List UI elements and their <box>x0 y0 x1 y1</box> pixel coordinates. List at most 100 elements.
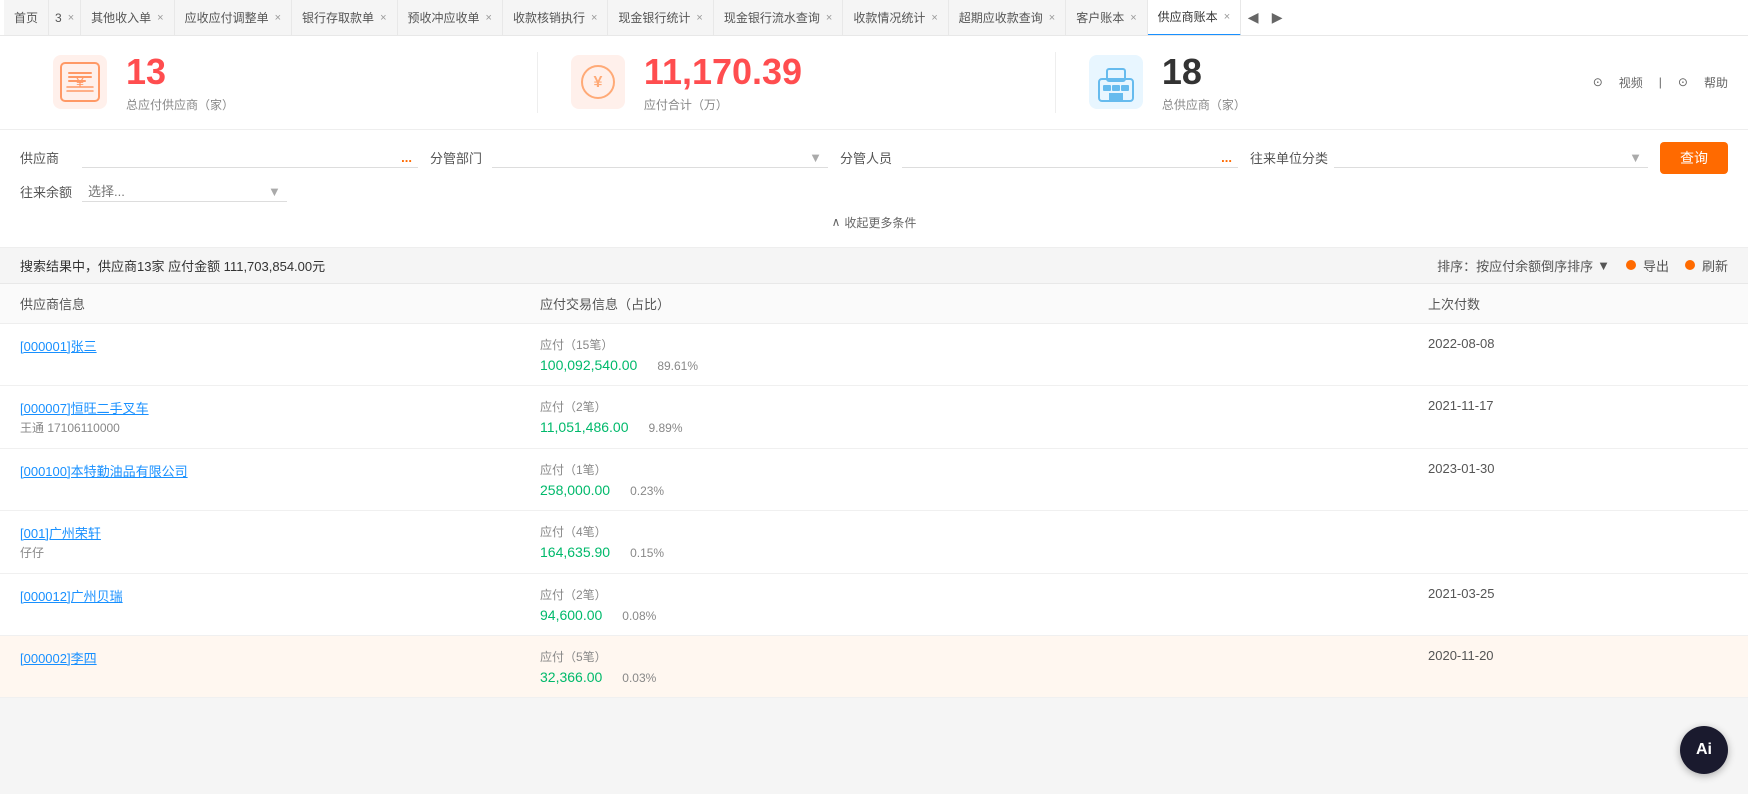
tx-label-2: 应付（1笔） <box>540 461 1428 478</box>
nav-tab-bank[interactable]: 银行存取款单 × <box>292 0 397 36</box>
category-filter-label: 往来单位分类 <box>1250 148 1328 167</box>
stat-block-payable-amount: ¥ 11,170.39 应付合计（万） <box>538 52 1056 113</box>
nav-tab-other-income-label: 其他收入单 <box>91 9 151 26</box>
nav-tab-cash-stats[interactable]: 现金银行统计 × <box>608 0 713 36</box>
payable-amount-label: 应付合计（万） <box>644 96 802 113</box>
nav-tab-cash-stats-label: 现金银行统计 <box>618 9 690 26</box>
results-summary: 搜索结果中，供应商13家 应付金额 111,703,854.00元 <box>20 259 325 274</box>
transaction-info-1: 应付（2笔） 11,051,486.00 9.89% <box>540 398 1428 435</box>
supplier-dots-icon[interactable]: ... <box>401 150 412 165</box>
dept-select-box[interactable]: ▼ <box>492 148 828 168</box>
refresh-button[interactable]: 刷新 <box>1685 256 1728 275</box>
tx-amount-1[interactable]: 11,051,486.00 <box>540 419 629 435</box>
nav-tab-3[interactable]: 3 × <box>49 0 81 36</box>
close-icon-supplier-ledger[interactable]: × <box>1224 11 1230 23</box>
category-input[interactable] <box>1340 150 1625 165</box>
close-icon-cash-stats[interactable]: × <box>696 12 702 24</box>
balance-select-box[interactable]: ▼ <box>82 182 287 202</box>
nav-tab-customer-ledger[interactable]: 客户账本 × <box>1066 0 1147 36</box>
query-button[interactable]: 查询 <box>1660 142 1728 174</box>
nav-tab-cash-flow[interactable]: 现金银行流水查询 × <box>714 0 843 36</box>
supplier-name-1[interactable]: [000007]恒旺二手叉车 <box>20 398 540 417</box>
close-icon-cash-flow[interactable]: × <box>826 12 832 24</box>
close-icon-collection[interactable]: × <box>591 12 597 24</box>
nav-tab-home-label: 首页 <box>14 9 38 26</box>
nav-tab-supplier-ledger[interactable]: 供应商账本 × <box>1148 0 1241 36</box>
nav-next-arrow[interactable]: ▶ <box>1265 0 1289 36</box>
category-dropdown-arrow-icon[interactable]: ▼ <box>1629 150 1642 165</box>
stat-block-total-suppliers: 18 总供应商（家） <box>1056 52 1573 113</box>
supplier-name-4[interactable]: [000012]广州贝瑞 <box>20 586 540 605</box>
tx-percent-4: 0.08% <box>622 609 656 623</box>
close-icon-bank[interactable]: × <box>380 12 386 24</box>
dept-dropdown-arrow-icon[interactable]: ▼ <box>809 150 822 165</box>
payable-suppliers-label: 总应付供应商（家） <box>126 96 234 113</box>
close-icon-3[interactable]: × <box>68 12 74 24</box>
tx-amount-4[interactable]: 94,600.00 <box>540 607 602 623</box>
ai-button[interactable]: Ai <box>1680 726 1728 774</box>
balance-filter-label: 往来余额 <box>20 182 76 201</box>
supplier-name-5[interactable]: [000002]李四 <box>20 648 540 667</box>
export-icon <box>1626 260 1636 270</box>
close-icon-collection-stats[interactable]: × <box>931 12 937 24</box>
close-icon-ar-adjust[interactable]: × <box>275 12 281 24</box>
nav-tab-overdue-label: 超期应收款查询 <box>959 9 1043 26</box>
dept-input[interactable] <box>498 150 805 165</box>
collapse-button-label: 收起更多条件 <box>844 214 916 231</box>
supplier-name-3[interactable]: [001]广州荣轩 <box>20 523 540 542</box>
collapse-button[interactable]: ∧ 收起更多条件 <box>820 210 929 235</box>
supplier-input[interactable] <box>88 150 397 165</box>
table-row: [000012]广州贝瑞 应付（2笔） 94,600.00 0.08% 2021… <box>0 574 1748 636</box>
payable-suppliers-number: 13 <box>126 52 234 92</box>
close-icon-customer-ledger[interactable]: × <box>1130 12 1136 24</box>
export-button[interactable]: 导出 <box>1626 256 1669 275</box>
dept-filter-label: 分管部门 <box>430 148 486 167</box>
col-header-last-payment: 上次付数 <box>1428 294 1728 313</box>
tx-amount-5[interactable]: 32,366.00 <box>540 669 602 685</box>
nav-tab-customer-ledger-label: 客户账本 <box>1076 9 1124 26</box>
nav-tab-prepay[interactable]: 预收冲应收单 × <box>398 0 503 36</box>
balance-dropdown-arrow-icon[interactable]: ▼ <box>268 184 281 199</box>
nav-tab-other-income[interactable]: 其他收入单 × <box>81 0 174 36</box>
supplier-info-1: [000007]恒旺二手叉车 王通 17106110000 <box>20 398 540 436</box>
nav-tab-overdue[interactable]: 超期应收款查询 × <box>949 0 1066 36</box>
supplier-info-2: [000100]本特勤油品有限公司 <box>20 461 540 480</box>
close-icon-prepay[interactable]: × <box>486 12 492 24</box>
refresh-label: 刷新 <box>1702 256 1728 275</box>
ai-button-label: Ai <box>1696 741 1712 759</box>
supplier-info-0: [000001]张三 <box>20 336 540 355</box>
header-actions: ⊙ 视频 | ⊙ 帮助 <box>1573 74 1728 91</box>
tx-amount-2[interactable]: 258,000.00 <box>540 482 610 498</box>
close-icon-overdue[interactable]: × <box>1049 12 1055 24</box>
nav-tab-home[interactable]: 首页 <box>4 0 49 36</box>
help-link[interactable]: 帮助 <box>1704 74 1728 91</box>
supplier-name-0[interactable]: [000001]张三 <box>20 336 540 355</box>
nav-tab-collection-stats[interactable]: 收款情况统计 × <box>843 0 948 36</box>
divider: | <box>1659 75 1662 89</box>
tx-amount-0[interactable]: 100,092,540.00 <box>540 357 637 373</box>
filter-category: 往来单位分类 ▼ <box>1250 148 1648 168</box>
tx-label-5: 应付（5笔） <box>540 648 1428 665</box>
tx-label-0: 应付（15笔） <box>540 336 1428 353</box>
video-link[interactable]: 视频 <box>1619 74 1643 91</box>
person-dots-icon[interactable]: ... <box>1221 150 1232 165</box>
last-payment-1: 2021-11-17 <box>1428 398 1728 413</box>
payable-amount-number: 11,170.39 <box>644 52 802 92</box>
tx-amount-3[interactable]: 164,635.90 <box>540 544 610 560</box>
tx-percent-5: 0.03% <box>622 671 656 685</box>
nav-prev-arrow[interactable]: ◀ <box>1241 0 1265 36</box>
table-header: 供应商信息 应付交易信息（占比） 上次付数 <box>0 284 1748 324</box>
category-select-box[interactable]: ▼ <box>1334 148 1648 168</box>
person-select-box[interactable]: ... <box>902 148 1238 168</box>
person-input[interactable] <box>908 150 1217 165</box>
supplier-name-2[interactable]: [000100]本特勤油品有限公司 <box>20 461 540 480</box>
nav-tab-collection[interactable]: 收款核销执行 × <box>503 0 608 36</box>
person-filter-label: 分管人员 <box>840 148 896 167</box>
balance-input[interactable] <box>88 184 264 199</box>
transaction-info-3: 应付（4笔） 164,635.90 0.15% <box>540 523 1428 560</box>
sort-select[interactable]: 排序：按应付余额倒序排序 ▼ <box>1437 256 1610 275</box>
nav-tab-ar-adjust[interactable]: 应收应付调整单 × <box>175 0 292 36</box>
close-icon-other-income[interactable]: × <box>157 12 163 24</box>
supplier-input-box[interactable]: ... <box>82 148 418 168</box>
nav-tab-collection-stats-label: 收款情况统计 <box>853 9 925 26</box>
